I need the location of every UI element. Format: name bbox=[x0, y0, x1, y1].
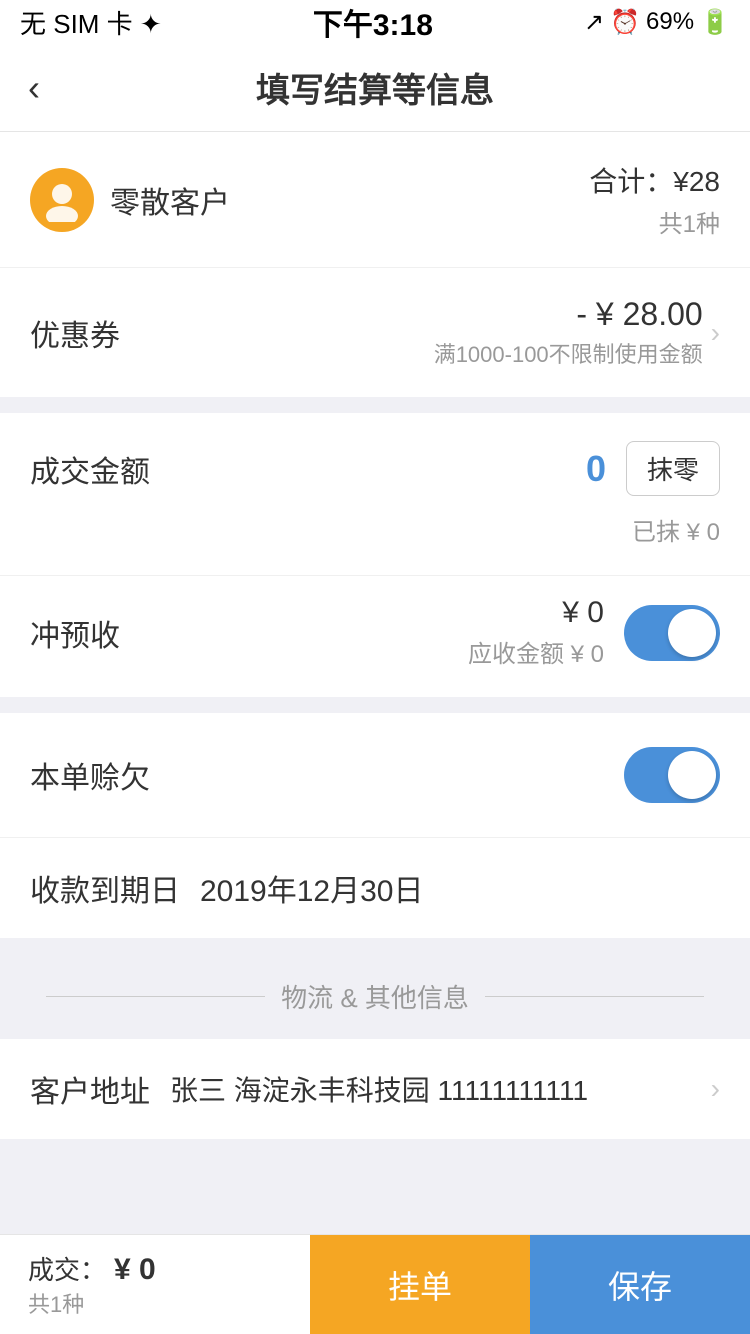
customer-section: 零散客户 合计：¥28 共1种 优惠券 - ¥ 28.00 满1000-100不… bbox=[0, 132, 750, 397]
customer-row: 零散客户 合计：¥28 共1种 bbox=[0, 132, 750, 267]
customer-count: 共1种 bbox=[589, 204, 720, 239]
amount-label: 成交金额 bbox=[30, 447, 150, 491]
prereceive-sub: 应收金额 ¥ 0 bbox=[468, 634, 604, 669]
round-button[interactable]: 抹零 bbox=[626, 441, 720, 496]
credit-toggle-knob bbox=[668, 751, 716, 799]
back-button[interactable]: ‹ bbox=[28, 67, 40, 109]
customer-name: 零散客户 bbox=[110, 178, 230, 222]
amount-row: 成交金额 0 抹零 bbox=[0, 413, 750, 512]
footer-deal-count: 共1种 bbox=[28, 1287, 282, 1319]
prereceive-info: ¥ 0 应收金额 ¥ 0 bbox=[468, 596, 604, 669]
amount-section: 成交金额 0 抹零 已抹 ¥ 0 冲预收 ¥ 0 应收金额 ¥ 0 bbox=[0, 413, 750, 697]
footer-deal-label: 成交： bbox=[28, 1250, 106, 1287]
status-left: 无 SIM 卡 ✦ bbox=[20, 4, 162, 41]
pending-label: 挂单 bbox=[388, 1262, 452, 1308]
prereceive-row: 冲预收 ¥ 0 应收金额 ¥ 0 bbox=[0, 575, 750, 697]
due-date-label: 收款到期日 bbox=[30, 866, 180, 910]
status-time: 下午3:18 bbox=[313, 0, 433, 44]
prereceive-amount: ¥ 0 bbox=[468, 596, 604, 630]
credit-section: 本单赊欠 收款到期日 2019年12月30日 bbox=[0, 713, 750, 938]
customer-avatar bbox=[30, 168, 94, 232]
page-title: 填写结算等信息 bbox=[256, 63, 494, 112]
battery-text: 69% bbox=[646, 8, 694, 36]
credit-label: 本单赊欠 bbox=[30, 753, 150, 797]
coupon-right: - ¥ 28.00 满1000-100不限制使用金额 bbox=[434, 296, 703, 369]
toggle-knob bbox=[668, 609, 716, 657]
address-section: 客户地址 张三 海淀永丰科技园 11111111111 › bbox=[0, 1039, 750, 1139]
footer-deal-amount: ¥ 0 bbox=[114, 1253, 156, 1287]
amount-value: 0 bbox=[586, 448, 606, 490]
logistics-header: 物流 & 其他信息 bbox=[0, 954, 750, 1039]
location-icon: ↗ bbox=[584, 8, 604, 37]
address-chevron: › bbox=[703, 1073, 720, 1105]
customer-right: 合计：¥28 共1种 bbox=[589, 160, 720, 239]
amount-sub: 已抹 ¥ 0 bbox=[0, 512, 750, 575]
customer-total: 合计：¥28 bbox=[589, 160, 720, 200]
logistics-label: 物流 & 其他信息 bbox=[281, 978, 469, 1015]
due-date-value: 2019年12月30日 bbox=[200, 866, 423, 910]
status-bar: 无 SIM 卡 ✦ 下午3:18 ↗ ⏰ 69% 🔋 bbox=[0, 0, 750, 44]
amount-right: 0 抹零 bbox=[586, 441, 720, 496]
coupon-desc: 满1000-100不限制使用金额 bbox=[434, 337, 703, 369]
save-button[interactable]: 保存 bbox=[530, 1235, 750, 1334]
prereceive-toggle[interactable] bbox=[624, 605, 720, 661]
address-value: 张三 海淀永丰科技园 11111111111 bbox=[170, 1069, 703, 1109]
coupon-label: 优惠券 bbox=[30, 311, 120, 355]
battery-icon: 🔋 bbox=[700, 8, 730, 37]
alarm-icon: ⏰ bbox=[610, 8, 640, 37]
due-date-row[interactable]: 收款到期日 2019年12月30日 bbox=[0, 837, 750, 938]
signal-text: 无 SIM 卡 ✦ bbox=[20, 4, 162, 41]
credit-row: 本单赊欠 bbox=[0, 713, 750, 837]
footer: 成交： ¥ 0 共1种 挂单 保存 bbox=[0, 1234, 750, 1334]
pending-button[interactable]: 挂单 bbox=[310, 1235, 530, 1334]
address-row[interactable]: 客户地址 张三 海淀永丰科技园 11111111111 › bbox=[0, 1039, 750, 1139]
footer-info: 成交： ¥ 0 共1种 bbox=[0, 1235, 310, 1334]
nav-bar: ‹ 填写结算等信息 bbox=[0, 44, 750, 132]
address-label: 客户地址 bbox=[30, 1067, 150, 1111]
save-label: 保存 bbox=[608, 1262, 672, 1308]
coupon-chevron-icon: › bbox=[711, 317, 720, 349]
credit-toggle[interactable] bbox=[624, 747, 720, 803]
address-chevron-icon: › bbox=[711, 1073, 720, 1105]
coupon-row[interactable]: 优惠券 - ¥ 28.00 满1000-100不限制使用金额 › bbox=[0, 267, 750, 397]
prereceive-label: 冲预收 bbox=[30, 611, 120, 655]
coupon-amount: - ¥ 28.00 bbox=[434, 296, 703, 333]
status-right: ↗ ⏰ 69% 🔋 bbox=[584, 8, 730, 37]
customer-left: 零散客户 bbox=[30, 168, 230, 232]
prereceive-right: ¥ 0 应收金额 ¥ 0 bbox=[468, 596, 720, 669]
